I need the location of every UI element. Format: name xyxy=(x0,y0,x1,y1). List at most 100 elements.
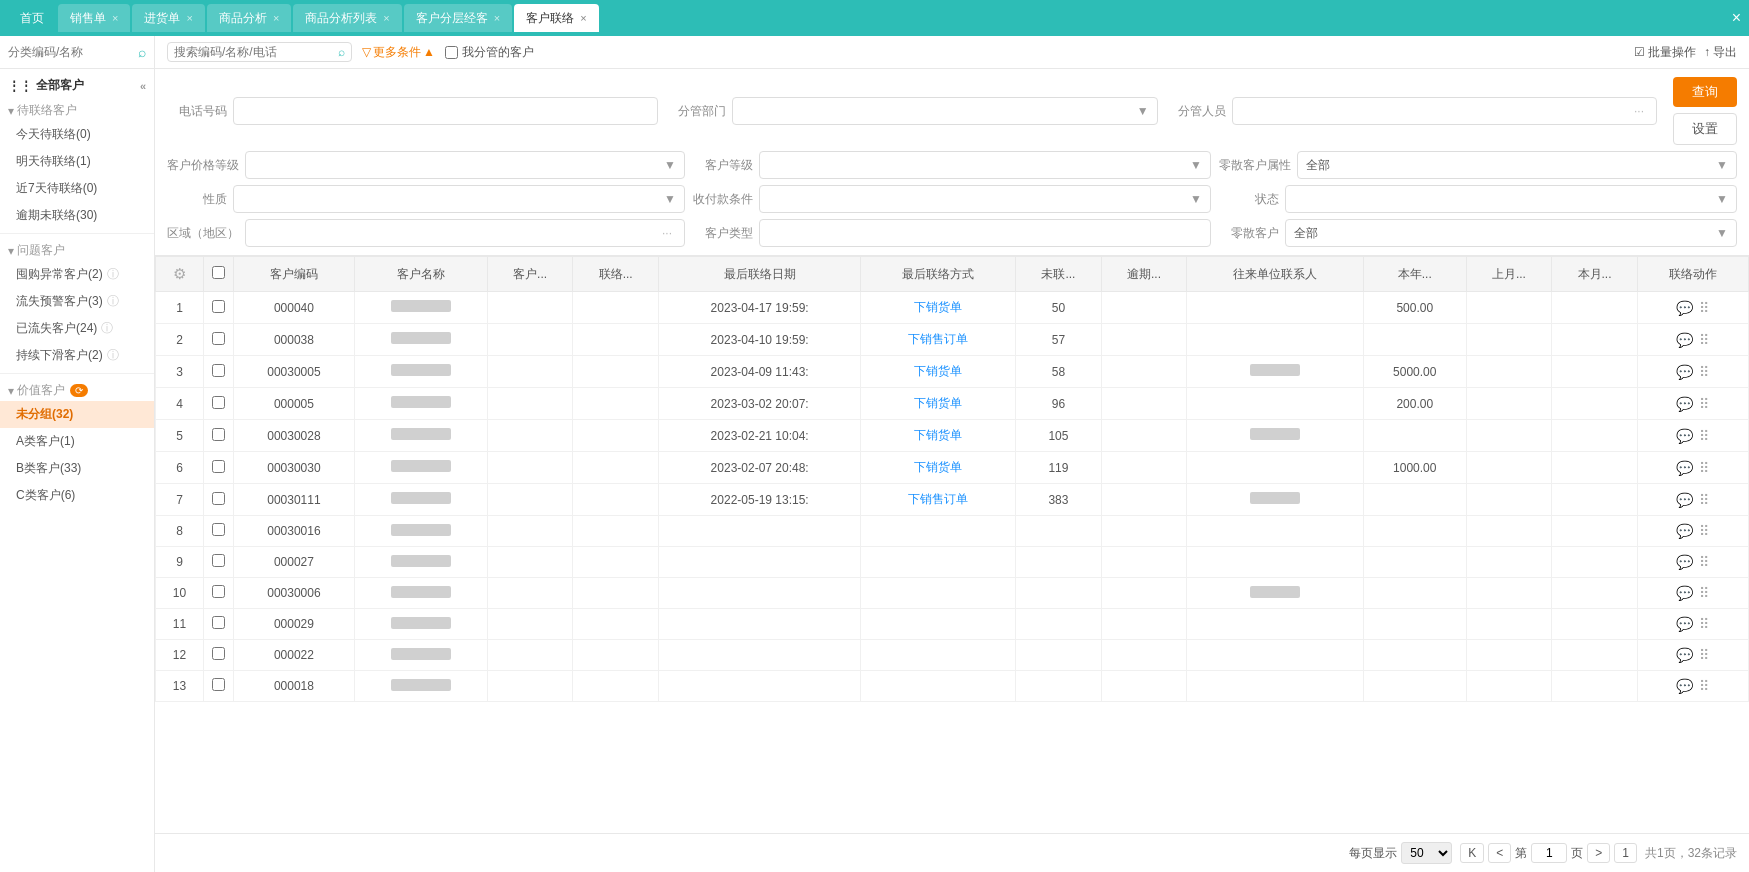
filter-nature-dropdown[interactable]: ▼ xyxy=(233,185,685,213)
filter-search-input[interactable] xyxy=(174,45,334,59)
row-checkbox[interactable] xyxy=(212,492,225,505)
message-icon[interactable]: 💬 xyxy=(1676,428,1693,444)
more-action-icon[interactable]: ⠿ xyxy=(1699,647,1709,663)
query-button[interactable]: 查询 xyxy=(1673,77,1737,107)
message-icon[interactable]: 💬 xyxy=(1676,492,1693,508)
row-checkbox[interactable] xyxy=(212,678,225,691)
cell-last-method[interactable]: 下销售订单 xyxy=(861,324,1016,356)
export-button[interactable]: ↑ 导出 xyxy=(1704,44,1737,61)
tab-purchase[interactable]: 进货单 × xyxy=(132,4,204,32)
current-page-input[interactable] xyxy=(1531,843,1567,863)
tab-customer-contact[interactable]: 客户联络 × xyxy=(514,4,598,32)
sidebar-item-warning[interactable]: 流失预警客户(3) ⓘ xyxy=(0,288,154,315)
filter-search-icon[interactable]: ⌕ xyxy=(338,45,345,59)
tab-product-analysis-list-close[interactable]: × xyxy=(383,12,389,24)
message-icon[interactable]: 💬 xyxy=(1676,523,1693,539)
more-action-icon[interactable]: ⠿ xyxy=(1699,364,1709,380)
cell-last-method[interactable]: 下销货单 xyxy=(861,420,1016,452)
message-icon[interactable]: 💬 xyxy=(1676,300,1693,316)
more-action-icon[interactable]: ⠿ xyxy=(1699,492,1709,508)
row-checkbox[interactable] xyxy=(212,616,225,629)
filter-dept-dropdown[interactable]: ▼ xyxy=(732,97,1157,125)
message-icon[interactable]: 💬 xyxy=(1676,460,1693,476)
cell-last-method[interactable]: 下销货单 xyxy=(861,452,1016,484)
more-action-icon[interactable]: ⠿ xyxy=(1699,523,1709,539)
filter-payment-dropdown[interactable]: ▼ xyxy=(759,185,1211,213)
tab-customer-segment[interactable]: 客户分层经客 × xyxy=(404,4,512,32)
message-icon[interactable]: 💬 xyxy=(1676,585,1693,601)
filter-status-dropdown[interactable]: ▼ xyxy=(1285,185,1737,213)
sidebar-group-problem[interactable]: ▾ 问题客户 xyxy=(0,238,154,261)
message-icon[interactable]: 💬 xyxy=(1676,647,1693,663)
row-checkbox[interactable] xyxy=(212,332,225,345)
cell-last-method[interactable] xyxy=(861,640,1016,671)
next-page-button[interactable]: > xyxy=(1587,843,1610,863)
more-action-icon[interactable]: ⠿ xyxy=(1699,428,1709,444)
message-icon[interactable]: 💬 xyxy=(1676,678,1693,694)
more-action-icon[interactable]: ⠿ xyxy=(1699,554,1709,570)
more-action-icon[interactable]: ⠿ xyxy=(1699,332,1709,348)
prev-page-button[interactable]: < xyxy=(1488,843,1511,863)
filter-phone-input[interactable] xyxy=(233,97,658,125)
row-checkbox[interactable] xyxy=(212,396,225,409)
cell-last-method[interactable]: 下销售订单 xyxy=(861,484,1016,516)
cell-last-method[interactable] xyxy=(861,609,1016,640)
cell-last-method[interactable]: 下销货单 xyxy=(861,356,1016,388)
more-action-icon[interactable]: ⠿ xyxy=(1699,616,1709,632)
sidebar-item-abnormal[interactable]: 囤购异常客户(2) ⓘ xyxy=(0,261,154,288)
staff-dots[interactable]: ··· xyxy=(1630,104,1648,118)
tab-customer-segment-close[interactable]: × xyxy=(494,12,500,24)
cell-last-method[interactable] xyxy=(861,671,1016,702)
first-page-button[interactable]: K xyxy=(1460,843,1484,863)
tab-home[interactable]: 首页 xyxy=(8,4,56,32)
sidebar-item-lost[interactable]: 已流失客户(24) ⓘ xyxy=(0,315,154,342)
filter-retail-customer-dropdown[interactable]: 全部 ▼ xyxy=(1285,219,1737,247)
message-icon[interactable]: 💬 xyxy=(1676,396,1693,412)
cell-last-method[interactable] xyxy=(861,516,1016,547)
window-close-button[interactable]: × xyxy=(1732,9,1741,27)
my-customers-check-input[interactable] xyxy=(445,46,458,59)
row-checkbox[interactable] xyxy=(212,300,225,313)
sidebar-item-week[interactable]: 近7天待联络(0) xyxy=(0,175,154,202)
filter-retail-attr-dropdown[interactable]: 全部 ▼ xyxy=(1297,151,1737,179)
row-checkbox[interactable] xyxy=(212,460,225,473)
filter-staff-input[interactable]: ··· xyxy=(1232,97,1657,125)
row-checkbox[interactable] xyxy=(212,364,225,377)
sidebar-search-input[interactable] xyxy=(8,45,134,59)
tab-product-analysis-close[interactable]: × xyxy=(273,12,279,24)
message-icon[interactable]: 💬 xyxy=(1676,554,1693,570)
sidebar-item-class-c[interactable]: C类客户(6) xyxy=(0,482,154,509)
sidebar-item-class-a[interactable]: A类客户(1) xyxy=(0,428,154,455)
more-action-icon[interactable]: ⠿ xyxy=(1699,300,1709,316)
settings-icon[interactable]: ⚙ xyxy=(173,265,186,282)
more-action-icon[interactable]: ⠿ xyxy=(1699,396,1709,412)
tab-product-analysis[interactable]: 商品分析 × xyxy=(207,4,291,32)
page-size-select[interactable]: 50 20 100 xyxy=(1401,842,1452,864)
message-icon[interactable]: 💬 xyxy=(1676,616,1693,632)
filter-more-conditions[interactable]: ▽ 更多条件 ▲ xyxy=(362,44,435,61)
sidebar-search-icon[interactable]: ⌕ xyxy=(138,44,146,60)
last-page-button[interactable]: 1 xyxy=(1614,843,1637,863)
region-dots[interactable]: ··· xyxy=(658,226,676,240)
tab-customer-contact-close[interactable]: × xyxy=(580,12,586,24)
more-action-icon[interactable]: ⠿ xyxy=(1699,678,1709,694)
filter-customer-type-dropdown[interactable] xyxy=(759,219,1211,247)
sidebar-item-declining[interactable]: 持续下滑客户(2) ⓘ xyxy=(0,342,154,369)
sidebar-item-class-b[interactable]: B类客户(33) xyxy=(0,455,154,482)
filter-price-level-dropdown[interactable]: ▼ xyxy=(245,151,685,179)
more-action-icon[interactable]: ⠿ xyxy=(1699,585,1709,601)
cell-last-method[interactable] xyxy=(861,578,1016,609)
more-action-icon[interactable]: ⠿ xyxy=(1699,460,1709,476)
cell-last-method[interactable]: 下销货单 xyxy=(861,388,1016,420)
cell-last-method[interactable]: 下销货单 xyxy=(861,292,1016,324)
row-checkbox[interactable] xyxy=(212,647,225,660)
filter-region-input[interactable]: ··· xyxy=(245,219,685,247)
message-icon[interactable]: 💬 xyxy=(1676,332,1693,348)
sidebar-item-today[interactable]: 今天待联络(0) xyxy=(0,121,154,148)
filter-customer-level-dropdown[interactable]: ▼ xyxy=(759,151,1211,179)
my-customers-checkbox[interactable]: 我分管的客户 xyxy=(445,44,534,61)
sidebar-item-tomorrow[interactable]: 明天待联络(1) xyxy=(0,148,154,175)
tab-product-analysis-list[interactable]: 商品分析列表 × xyxy=(293,4,401,32)
row-checkbox[interactable] xyxy=(212,554,225,567)
all-customers-header[interactable]: ⋮⋮ 全部客户 « xyxy=(0,69,154,98)
